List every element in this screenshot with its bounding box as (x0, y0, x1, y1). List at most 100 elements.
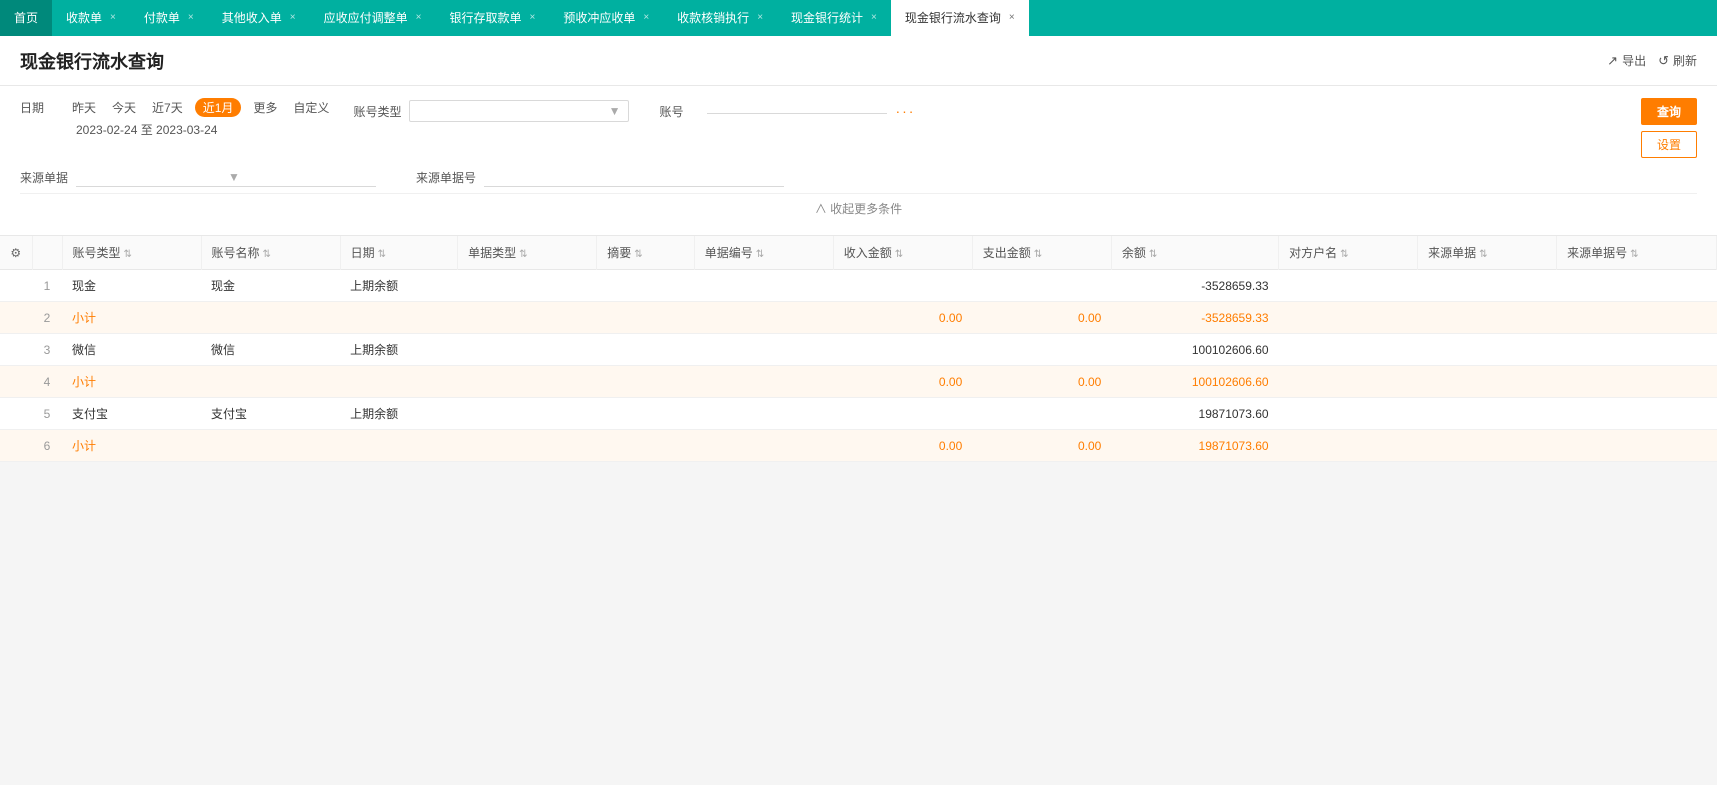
nav-tab-label: 现金银行流水查询 (905, 0, 1001, 36)
cell-counterparty (1279, 430, 1418, 462)
col-header-expense[interactable]: 支出金额⇅ (972, 236, 1111, 270)
nav-tab-预收冲应收单[interactable]: 预收冲应收单× (549, 0, 663, 36)
cell-date (340, 430, 458, 462)
table-row: 3微信微信上期余额100102606.60 (0, 334, 1717, 366)
cell-doc_no (694, 366, 833, 398)
cell-source_doc (1418, 366, 1557, 398)
refresh-label: 刷新 (1673, 52, 1697, 69)
col-header-account_name[interactable]: 账号名称⇅ (201, 236, 340, 270)
cell-expense: 0.00 (972, 366, 1111, 398)
date-option-近1月[interactable]: 近1月 (195, 98, 242, 117)
source-doc-no-input[interactable] (484, 168, 784, 187)
cell-account_type: 小计 (62, 302, 201, 334)
cell-date (340, 366, 458, 398)
nav-tab-其他收入单[interactable]: 其他收入单× (208, 0, 310, 36)
date-range: 2023-02-24 至 2023-03-24 (76, 123, 217, 137)
nav-tab-close[interactable]: × (757, 0, 763, 36)
sort-icon-balance: ⇅ (1149, 249, 1157, 260)
col-header-doc_no[interactable]: 单据编号⇅ (694, 236, 833, 270)
cell-source_doc_no (1557, 398, 1717, 430)
query-button[interactable]: 查询 (1641, 98, 1697, 125)
export-label: 导出 (1622, 52, 1646, 69)
col-header-account_type[interactable]: 账号类型⇅ (62, 236, 201, 270)
source-doc-dropdown-icon: ▼ (228, 170, 372, 184)
nav-tab-银行存取款单[interactable]: 银行存取款单× (435, 0, 549, 36)
cell-doc_no (694, 430, 833, 462)
row-number: 1 (32, 270, 62, 302)
col-header-income[interactable]: 收入金额⇅ (833, 236, 972, 270)
export-button[interactable]: ↗ 导出 (1607, 52, 1646, 69)
nav-tab-应收应付调整单[interactable]: 应收应付调整单× (310, 0, 436, 36)
filter-buttons: 查询 设置 (1641, 98, 1697, 158)
col-header-row[interactable] (32, 236, 62, 270)
cell-source_doc (1418, 430, 1557, 462)
cell-account_type: 现金 (62, 270, 201, 302)
cell-income: 0.00 (833, 302, 972, 334)
col-header-summary[interactable]: 摘要⇅ (597, 236, 695, 270)
nav-tab-label: 收款核销执行 (677, 0, 749, 36)
cell-account_name (201, 302, 340, 334)
nav-tab-收款单[interactable]: 收款单× (52, 0, 130, 36)
cell-doc_no (694, 334, 833, 366)
nav-tab-close[interactable]: × (529, 0, 535, 36)
refresh-button[interactable]: ↺ 刷新 (1658, 52, 1697, 69)
table-header: ⚙ 账号类型⇅账号名称⇅日期⇅单据类型⇅摘要⇅单据编号⇅收入金额⇅支出金额⇅余额⇅… (0, 236, 1717, 270)
nav-tab-close[interactable]: × (416, 0, 422, 36)
cell-doc_no (694, 302, 833, 334)
date-option-近7天[interactable]: 近7天 (148, 98, 187, 117)
header-actions: ↗ 导出 ↺ 刷新 (1607, 52, 1697, 69)
cell-source_doc (1418, 270, 1557, 302)
col-header-date[interactable]: 日期⇅ (340, 236, 458, 270)
nav-tab-现金银行统计[interactable]: 现金银行统计× (777, 0, 891, 36)
date-options: 昨天今天近7天近1月更多自定义 (68, 98, 333, 117)
nav-tab-close[interactable]: × (290, 0, 296, 36)
cell-source_doc_no (1557, 334, 1717, 366)
nav-home[interactable]: 首页 (0, 0, 52, 36)
col-header-source_doc[interactable]: 来源单据⇅ (1418, 236, 1557, 270)
cell-expense (972, 334, 1111, 366)
nav-tab-close[interactable]: × (643, 0, 649, 36)
cell-account_name: 微信 (201, 334, 340, 366)
row-gear (0, 334, 32, 366)
account-input[interactable] (707, 109, 887, 114)
nav-tab-close[interactable]: × (110, 0, 116, 36)
settings-button[interactable]: 设置 (1641, 131, 1697, 158)
date-option-今天[interactable]: 今天 (108, 98, 140, 117)
account-type-select[interactable]: ▼ (409, 100, 629, 122)
cell-summary (597, 334, 695, 366)
row-gear (0, 270, 32, 302)
cell-source_doc_no (1557, 430, 1717, 462)
cell-income (833, 398, 972, 430)
sort-icon-doc_no: ⇅ (756, 249, 764, 260)
account-type-filter: 账号类型 ▼ (353, 100, 629, 122)
nav-tab-close[interactable]: × (871, 0, 877, 36)
account-dots-btn[interactable]: ··· (895, 103, 915, 119)
row-gear (0, 366, 32, 398)
row-number: 4 (32, 366, 62, 398)
cell-account_type: 微信 (62, 334, 201, 366)
cell-source_doc_no (1557, 366, 1717, 398)
nav-tab-close[interactable]: × (188, 0, 194, 36)
col-header-gear[interactable]: ⚙ (0, 236, 32, 270)
row-gear (0, 398, 32, 430)
cell-expense: 0.00 (972, 430, 1111, 462)
filter-bottom-row: 来源单据 ▼ 来源单据号 (20, 168, 1697, 187)
data-table: ⚙ 账号类型⇅账号名称⇅日期⇅单据类型⇅摘要⇅单据编号⇅收入金额⇅支出金额⇅余额⇅… (0, 236, 1717, 462)
nav-tab-现金银行流水查询[interactable]: 现金银行流水查询× (891, 0, 1029, 36)
date-option-昨天[interactable]: 昨天 (68, 98, 100, 117)
date-option-更多[interactable]: 更多 (249, 98, 281, 117)
col-header-source_doc_no[interactable]: 来源单据号⇅ (1557, 236, 1717, 270)
date-option-自定义[interactable]: 自定义 (289, 98, 333, 117)
cell-balance: 19871073.60 (1111, 398, 1278, 430)
cell-balance: -3528659.33 (1111, 302, 1278, 334)
source-doc-select[interactable]: ▼ (76, 168, 376, 187)
collapse-bar[interactable]: ∧ 收起更多条件 (20, 193, 1697, 223)
date-filter: 日期 昨天今天近7天近1月更多自定义 2023-02-24 至 2023-03-… (20, 98, 333, 138)
nav-tab-付款单[interactable]: 付款单× (130, 0, 208, 36)
cell-income (833, 334, 972, 366)
col-header-doc_type[interactable]: 单据类型⇅ (458, 236, 597, 270)
col-header-counterparty[interactable]: 对方户名⇅ (1279, 236, 1418, 270)
nav-tab-close[interactable]: × (1009, 0, 1015, 36)
nav-tab-收款核销执行[interactable]: 收款核销执行× (663, 0, 777, 36)
col-header-balance[interactable]: 余额⇅ (1111, 236, 1278, 270)
